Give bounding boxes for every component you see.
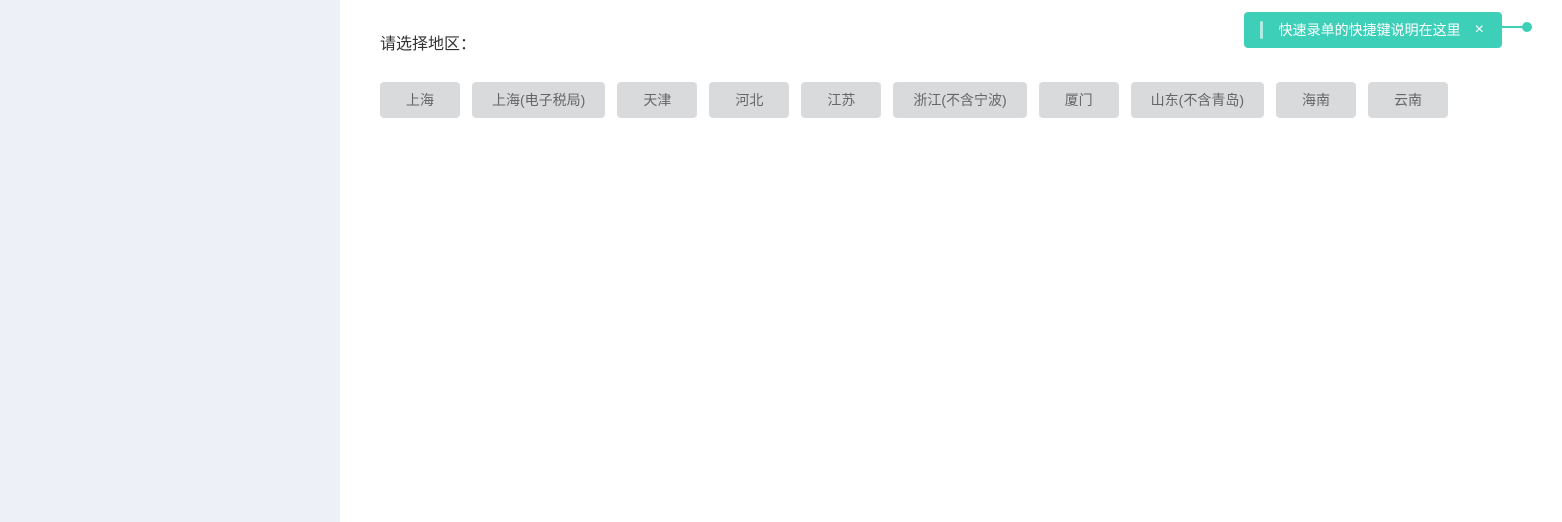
region-button-hainan[interactable]: 海南 (1276, 82, 1356, 118)
region-row-1: 上海上海(电子税局) 天津河北江苏浙江(不含宁波) 厦门 (380, 82, 1119, 118)
region-button-xiamen[interactable]: 厦门 (1039, 82, 1119, 118)
tooltip-text: 快速录单的快捷键说明在这里 (1279, 20, 1461, 40)
region-button-yunnan[interactable]: 云南 (1368, 82, 1448, 118)
region-button-shanghai[interactable]: 上海 (380, 82, 460, 118)
region-button-shandong[interactable]: 山东(不含青岛) (1131, 82, 1264, 118)
tooltip-close-button[interactable]: × (1473, 21, 1486, 39)
region-buttons: 上海上海(电子税局) 天津河北江苏浙江(不含宁波) 厦门 山东(不含青岛) 海南云南 (380, 82, 1522, 130)
region-button-tianjin[interactable]: 天津 (617, 82, 697, 118)
tooltip-connector-dot (1522, 22, 1532, 32)
region-button-jiangsu[interactable]: 江苏 (801, 82, 881, 118)
region-row-2: 山东(不含青岛) 海南云南 (1131, 82, 1448, 118)
region-button-shanghai-etax[interactable]: 上海(电子税局) (472, 82, 605, 118)
region-button-zhejiang[interactable]: 浙江(不含宁波) (893, 82, 1026, 118)
region-button-hebei[interactable]: 河北 (709, 82, 789, 118)
tooltip-banner: 快速录单的快捷键说明在这里 × (1244, 12, 1502, 48)
sidebar (0, 0, 340, 522)
main-content: 请选择地区： 上海上海(电子税局)天津河北江苏浙江(不含宁波)厦门 山东(不含青… (340, 0, 1562, 522)
